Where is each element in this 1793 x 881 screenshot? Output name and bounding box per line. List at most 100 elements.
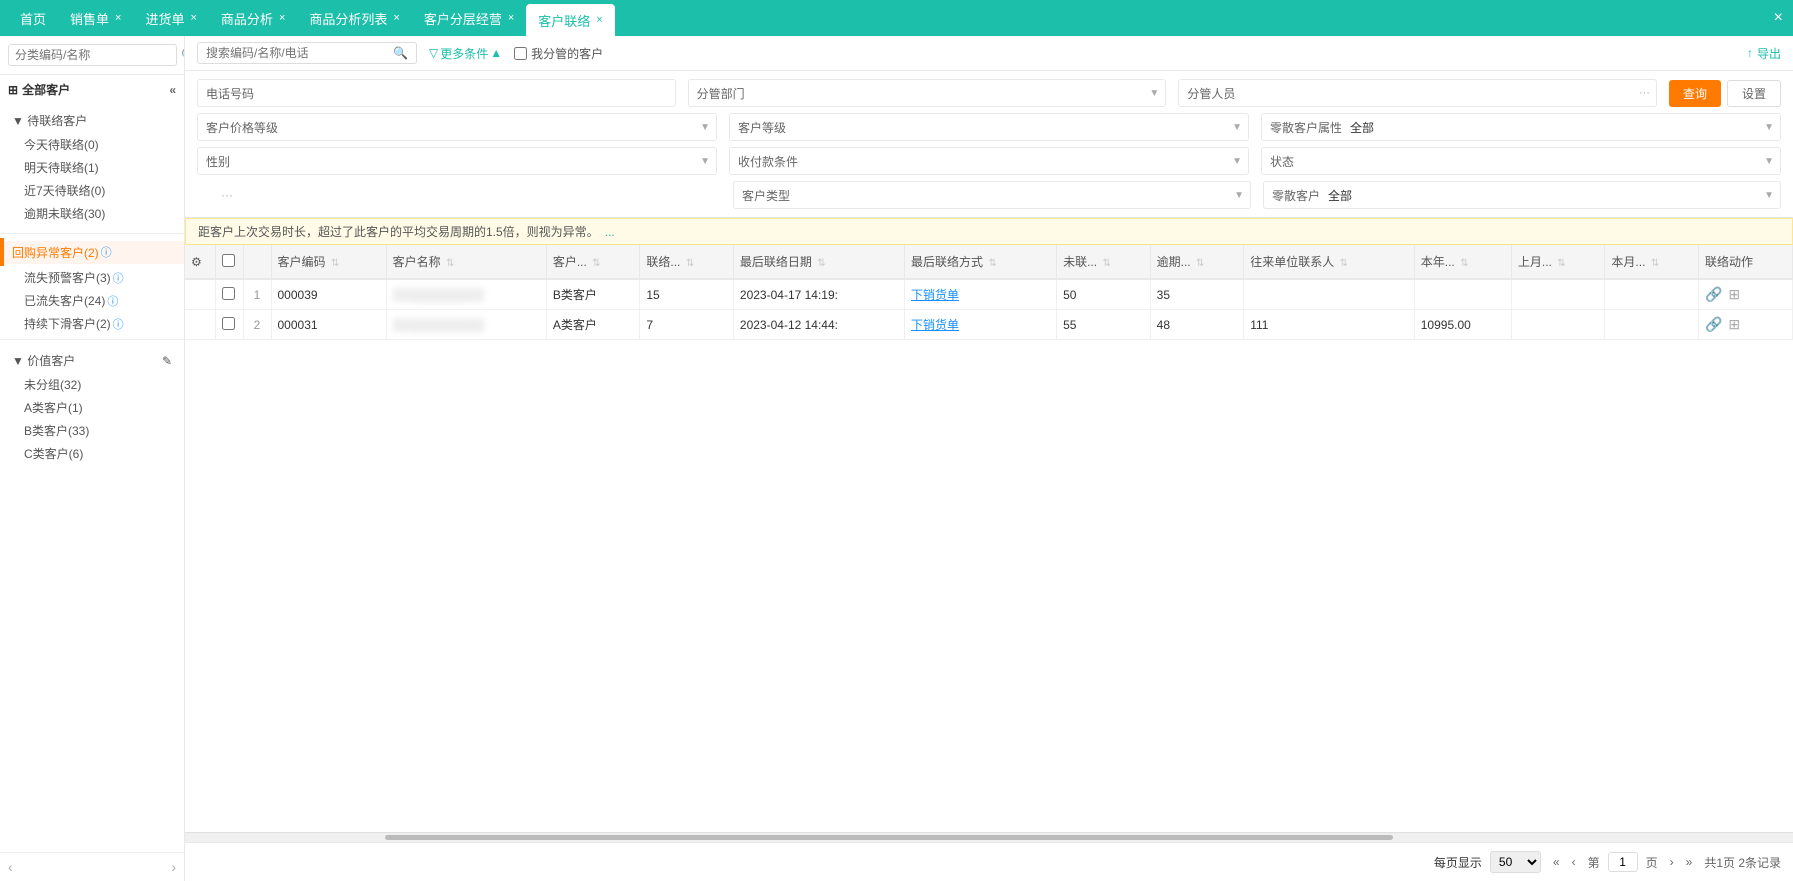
last-page-button[interactable]: » [1682, 853, 1697, 871]
cell-last-method[interactable]: 下销货单 [905, 279, 1057, 310]
row-checkbox-1[interactable] [222, 317, 235, 330]
filter-more-conditions[interactable]: ▽ 更多条件 ▲ [429, 45, 502, 62]
filter-payment-field[interactable]: 收付款条件 ▼ [729, 147, 1249, 175]
filter-my-customers-checkbox[interactable] [514, 47, 527, 60]
sidebar-leaf-today[interactable]: 今天待联络(0) [0, 133, 184, 156]
sidebar-group-waiting: ▼ 待联络客户 今天待联络(0) 明天待联络(1) 近7天待联络(0) 逾期未联… [0, 104, 184, 229]
th-this-year[interactable]: 本年... ⇅ [1414, 245, 1511, 279]
action-link-icon[interactable]: 🔗 [1705, 286, 1722, 303]
prev-page-button[interactable]: ‹ [1568, 853, 1580, 871]
nav-purchase[interactable]: 进货单 × [133, 0, 208, 36]
filter-customer-type-field[interactable]: 客户类型 ▼ [733, 181, 1251, 209]
per-page-select[interactable]: 50 20 100 [1490, 851, 1541, 873]
nav-product-analysis-close[interactable]: × [279, 12, 285, 24]
last-method-link[interactable]: 下销货单 [911, 318, 959, 332]
filter-customer-grade-field[interactable]: 客户等级 ▼ [729, 113, 1249, 141]
filter-status-field[interactable]: 状态 ▼ [1261, 147, 1781, 175]
filter-person-more-icon[interactable]: ··· [1639, 87, 1650, 99]
nav-customer-contact[interactable]: 客户联络 × [526, 4, 614, 36]
filter-phone-input[interactable] [258, 86, 667, 100]
sidebar-leaf-lost[interactable]: 已流失客户(24) ⓘ [0, 289, 184, 312]
filter-dept-field[interactable]: 分管部门 ▼ [688, 79, 1167, 107]
th-last-method[interactable]: 最后联络方式 ⇅ [905, 245, 1057, 279]
cell-last-method[interactable]: 下销货单 [905, 310, 1057, 340]
th-checkbox[interactable] [215, 245, 243, 279]
th-this-month[interactable]: 本月... ⇅ [1605, 245, 1699, 279]
th-company-contact[interactable]: 往来单位联系人 ⇅ [1244, 245, 1415, 279]
sidebar-collapse-icon[interactable]: « [169, 83, 176, 97]
filter-buttons: 查询 设置 [1669, 80, 1781, 107]
sidebar-leaf-c-class[interactable]: C类客户(6) [0, 442, 184, 465]
sidebar-leaf-ungrouped[interactable]: 未分组(32) [0, 373, 184, 396]
filter-status-dropdown-icon: ▼ [1764, 156, 1774, 167]
filter-price-grade-field[interactable]: 客户价格等级 ▼ [197, 113, 717, 141]
th-type[interactable]: 客户... ⇅ [546, 245, 640, 279]
next-page-button[interactable]: › [1666, 853, 1678, 871]
th-last-date[interactable]: 最后联络日期 ⇅ [733, 245, 904, 279]
nav-customer-segment[interactable]: 客户分层经营 × [412, 0, 526, 36]
cell-checkbox[interactable] [215, 279, 243, 310]
first-page-button[interactable]: « [1549, 853, 1564, 871]
settings-button[interactable]: 设置 [1727, 80, 1781, 107]
cell-type: B类客户 [546, 279, 640, 310]
filter-more-dots[interactable]: ··· [221, 188, 233, 202]
sidebar-leaf-a-class[interactable]: A类客户(1) [0, 396, 184, 419]
sidebar-prev-arrow[interactable]: ‹ [8, 859, 13, 875]
sidebar-leaf-b-class[interactable]: B类客户(33) [0, 419, 184, 442]
filter-search-icon[interactable]: 🔍 [393, 46, 408, 60]
nav-product-list[interactable]: 商品分析列表 × [297, 0, 411, 36]
nav-purchase-close[interactable]: × [190, 12, 196, 24]
filter-retail-customer-field[interactable]: 零散客户 全部 ▼ [1263, 181, 1781, 209]
th-settings[interactable]: ⚙ [185, 245, 215, 279]
filter-customer-type-dropdown-icon: ▼ [1234, 190, 1244, 201]
nav-product-list-close[interactable]: × [393, 12, 399, 24]
select-all-checkbox[interactable] [222, 254, 235, 267]
nav-sales[interactable]: 销售单 × [58, 0, 133, 36]
cell-checkbox[interactable] [215, 310, 243, 340]
nav-sales-close[interactable]: × [115, 12, 121, 24]
sidebar-leaf-repurchase[interactable]: 回购异常客户(2) ⓘ [4, 241, 184, 264]
filter-phone-field[interactable]: 电话号码 [197, 79, 676, 107]
th-uncontacted[interactable]: 未联... ⇅ [1057, 245, 1151, 279]
sidebar-leaf-overdue[interactable]: 逾期未联络(30) [0, 202, 184, 225]
filter-search-input[interactable] [206, 46, 389, 60]
sidebar-leaf-7days[interactable]: 近7天待联络(0) [0, 179, 184, 202]
nav-customer-segment-close[interactable]: × [508, 12, 514, 24]
customer-table: ⚙ 客户编码 ⇅ 客户名称 ⇅ 客户... ⇅ 联络... ⇅ 最后联络日期 ⇅… [185, 245, 1793, 340]
h-scroll-thumb[interactable] [385, 835, 1393, 840]
filter-search-box: 🔍 [197, 42, 417, 64]
export-button[interactable]: ↑ 导出 [1747, 45, 1781, 62]
th-overdue[interactable]: 逾期... ⇅ [1150, 245, 1244, 279]
action-link-icon[interactable]: 🔗 [1705, 316, 1722, 333]
sidebar-leaf-declining[interactable]: 持续下滑客户(2) ⓘ [0, 312, 184, 335]
th-last-month[interactable]: 上月... ⇅ [1511, 245, 1605, 279]
sidebar-leaf-tomorrow[interactable]: 明天待联络(1) [0, 156, 184, 179]
action-qr-icon[interactable]: ⊞ [1728, 316, 1740, 333]
horizontal-scrollbar[interactable] [185, 832, 1793, 842]
tooltip-more-link[interactable]: ... [605, 225, 615, 239]
nav-product-analysis[interactable]: 商品分析 × [209, 0, 297, 36]
nav-home[interactable]: 首页 [8, 0, 58, 36]
settings-icon[interactable]: ⚙ [191, 255, 202, 269]
th-name[interactable]: 客户名称 ⇅ [386, 245, 546, 279]
value-customer-edit-icon[interactable]: ✎ [162, 354, 172, 368]
filter-gender-field[interactable]: 性别 ▼ [197, 147, 717, 175]
filter-customer-type-label: 客户类型 [742, 187, 790, 204]
filter-payment-label: 收付款条件 [738, 153, 798, 170]
th-code[interactable]: 客户编码 ⇅ [271, 245, 386, 279]
page-number-input[interactable] [1608, 852, 1638, 872]
sidebar-leaf-lostwarning[interactable]: 流失预警客户(3) ⓘ [0, 266, 184, 289]
th-contact[interactable]: 联络... ⇅ [640, 245, 734, 279]
window-close-button[interactable]: × [1774, 9, 1783, 27]
sidebar-group-value-label[interactable]: ▼ 价值客户 ✎ [0, 348, 184, 373]
row-checkbox-0[interactable] [222, 287, 235, 300]
action-qr-icon[interactable]: ⊞ [1728, 286, 1740, 303]
last-method-link[interactable]: 下销货单 [911, 288, 959, 302]
filter-person-field[interactable]: 分管人员 ··· [1178, 79, 1657, 107]
sidebar-group-waiting-label[interactable]: ▼ 待联络客户 [0, 108, 184, 133]
sidebar-next-arrow[interactable]: › [171, 859, 176, 875]
nav-customer-contact-close[interactable]: × [596, 14, 602, 26]
filter-retail-attr-field[interactable]: 零散客户属性 全部 ▼ [1261, 113, 1781, 141]
query-button[interactable]: 查询 [1669, 80, 1721, 107]
sidebar-search-input[interactable] [8, 44, 177, 66]
